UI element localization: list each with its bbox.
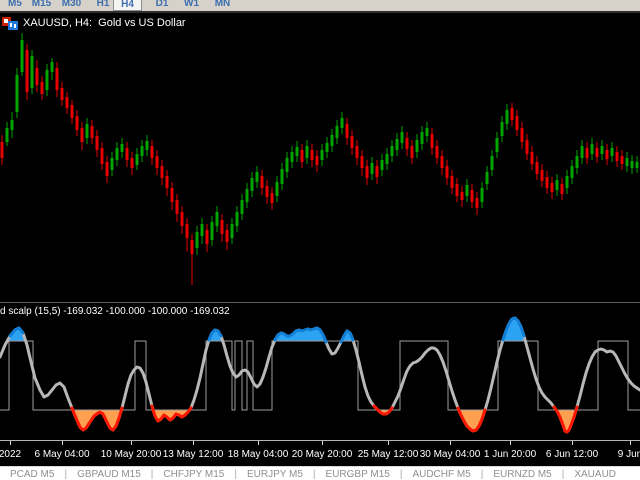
time-label: 18 May 04:00 [227,449,289,460]
chart-title-row: XAUUSD, H4: Gold vs US Dollar [2,15,186,31]
time-label: 6 May 04:00 [34,449,90,460]
time-tick [510,441,511,445]
timeframe-button-M5[interactable]: M5 [4,0,26,11]
time-label: 1 Jun 20:00 [483,449,537,460]
time-label: 25 May 12:00 [357,449,419,460]
time-tick [572,441,573,445]
chart-title: XAUUSD, H4: Gold vs US Dollar [23,17,186,29]
timeframe-button-D1[interactable]: D1 [151,0,173,11]
time-label: 6 Jun 12:00 [545,449,599,460]
timeframe-button-MN[interactable]: MN [210,0,235,11]
time-label: 2022 [0,449,22,460]
chart-tab-pcad-m5[interactable]: PCAD M5 [0,469,64,480]
time-tick [322,441,323,445]
axis-divider [0,440,640,441]
time-label: 10 May 20:00 [100,449,162,460]
time-tick [10,441,11,445]
chart-window-icon [2,17,18,30]
time-tick [258,441,259,445]
timeframe-button-M15[interactable]: M15 [28,0,55,11]
time-tick [630,441,631,445]
chart-tab-gbpaud-m15[interactable]: GBPAUD M15 [67,469,151,480]
chart-tab-bar: PCAD M5 | GBPAUD M15 | CHFJPY M15 | EURJPY M5 |… [0,466,640,480]
chart-tab-chfjpy-m15[interactable]: CHFJPY M15 [153,469,234,480]
time-label: 9 Jun [617,449,640,460]
time-label: 13 May 12:00 [162,449,224,460]
timeframe-button-M30[interactable]: M30 [58,0,85,11]
time-tick [450,441,451,445]
chart-tab-audchf-m5[interactable]: AUDCHF M5 [402,469,480,480]
time-tick [62,441,63,445]
timeframe-button-H1[interactable]: H1 [92,0,114,11]
time-label: 30 May 04:00 [419,449,481,460]
indicator-label: d scalp (15,5) -169.032 -100.000 -100.00… [0,306,230,317]
time-tick [131,441,132,445]
time-tick [193,441,194,445]
chart-tab-eurnzd-m5[interactable]: EURNZD M5 [483,469,561,480]
timeframe-button-H4[interactable]: H4 [113,0,142,11]
timeframe-button-W1[interactable]: W1 [180,0,203,11]
chart-canvas[interactable] [0,0,640,480]
time-label: 20 May 20:00 [291,449,353,460]
chart-tab-xauaud[interactable]: XAUAUD [564,469,626,480]
pane-divider[interactable] [0,302,640,303]
chart-tab-eurgbp-m15[interactable]: EURGBP M15 [316,469,400,480]
time-tick [388,441,389,445]
timeframe-toolbar: M5 M15 M30 H1 H4 D1 W1 MN [0,0,640,13]
terminal-window: M5 M15 M30 H1 H4 D1 W1 MN XAUUSD, H4: Gold vs U… [0,0,640,480]
chart-tab-eurjpy-m5[interactable]: EURJPY M5 [237,469,313,480]
